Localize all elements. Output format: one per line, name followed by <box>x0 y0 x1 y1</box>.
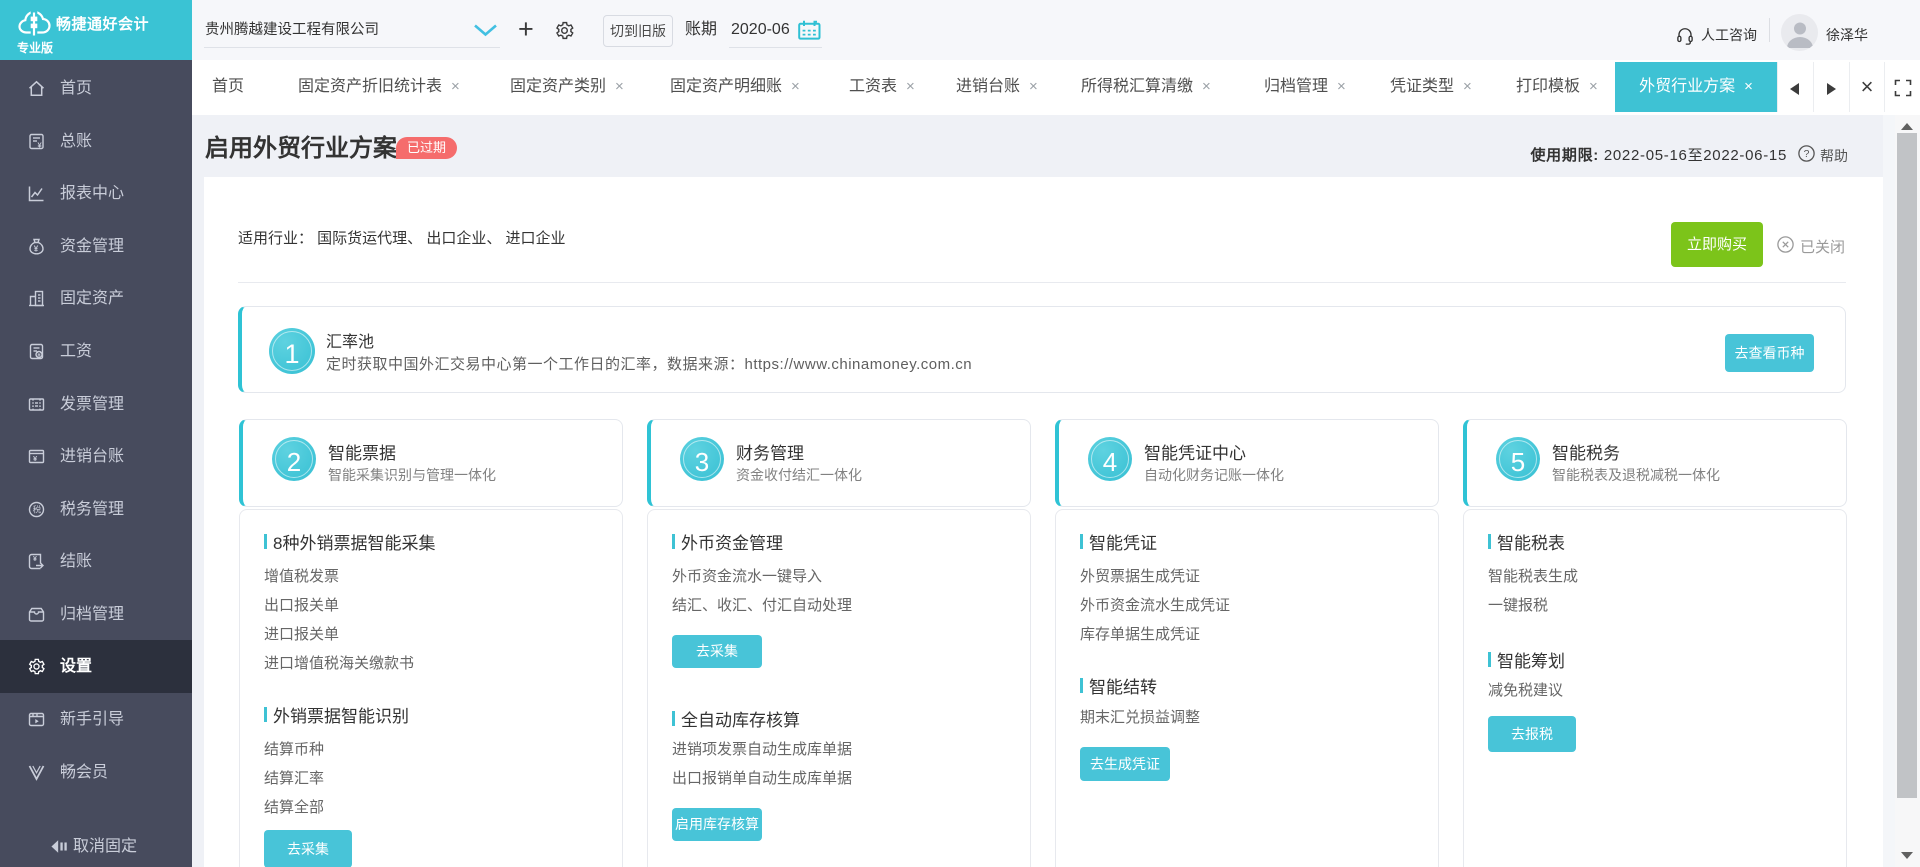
svg-text:¥: ¥ <box>33 556 37 563</box>
svg-text:¥: ¥ <box>34 245 39 254</box>
svg-text:¥: ¥ <box>33 454 38 463</box>
svg-text:税: 税 <box>33 505 42 515</box>
svg-text:¥: ¥ <box>37 352 41 359</box>
svg-text:?: ? <box>1804 148 1810 160</box>
